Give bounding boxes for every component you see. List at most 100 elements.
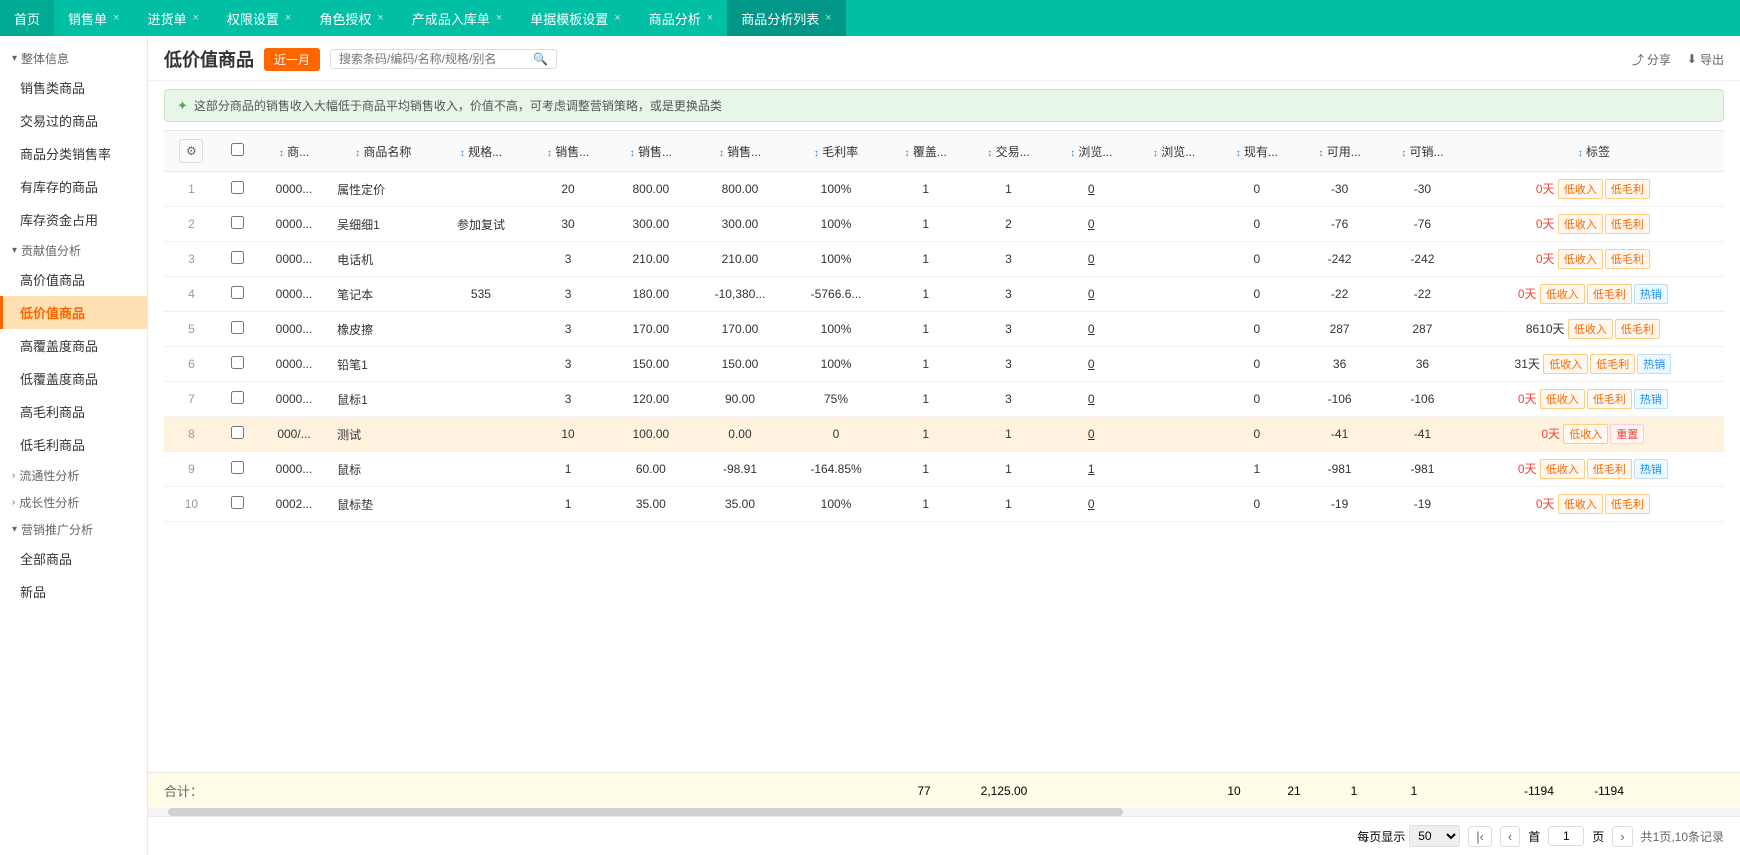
nav-home[interactable]: 首页 xyxy=(0,0,54,36)
row-browse1[interactable]: 0 xyxy=(1050,417,1133,452)
next-page-button[interactable]: › xyxy=(1612,826,1632,847)
row-browse1[interactable]: 0 xyxy=(1050,207,1133,242)
col-spec[interactable]: ↕ 规格... xyxy=(435,131,526,172)
search-icon[interactable]: 🔍 xyxy=(533,52,548,66)
sidebar-item-low-coverage[interactable]: 低覆盖度商品 xyxy=(0,362,147,395)
sidebar-group-contribution[interactable]: ▾ 贡献值分析 xyxy=(0,236,147,263)
nav-tab-role[interactable]: 角色授权 × xyxy=(305,0,397,36)
row-browse1[interactable]: 0 xyxy=(1050,347,1133,382)
sidebar-item-new-goods[interactable]: 新品 xyxy=(0,575,147,608)
col-sale2[interactable]: ↕ 销售... xyxy=(609,131,692,172)
row-checkbox[interactable] xyxy=(219,242,257,277)
search-input[interactable] xyxy=(339,52,529,66)
row-browse1[interactable]: 1 xyxy=(1050,452,1133,487)
sidebar-item-category-sales[interactable]: 商品分类销售率 xyxy=(0,137,147,170)
tag: 低收入 xyxy=(1558,214,1603,234)
sidebar-item-high-coverage[interactable]: 高覆盖度商品 xyxy=(0,329,147,362)
prev-page-button[interactable]: ‹ xyxy=(1500,826,1520,847)
nav-tab-permission[interactable]: 权限设置 × xyxy=(213,0,305,36)
row-select-checkbox[interactable] xyxy=(231,216,244,229)
close-icon[interactable]: × xyxy=(614,12,620,24)
row-browse1[interactable]: 0 xyxy=(1050,277,1133,312)
sidebar-group-growth[interactable]: › 成长性分析 xyxy=(0,488,147,515)
row-checkbox[interactable] xyxy=(219,452,257,487)
row-select-checkbox[interactable] xyxy=(231,496,244,509)
nav-tab-product[interactable]: 产成品入库单 × xyxy=(398,0,516,36)
row-browse1[interactable]: 0 xyxy=(1050,382,1133,417)
nav-tab-analysis-list[interactable]: 商品分析列表 × xyxy=(727,0,845,36)
close-icon[interactable]: × xyxy=(113,12,119,24)
close-icon[interactable]: × xyxy=(825,12,831,24)
row-checkbox[interactable] xyxy=(219,382,257,417)
sidebar-item-high-margin[interactable]: 高毛利商品 xyxy=(0,395,147,428)
col-coverage[interactable]: ↕ 覆盖... xyxy=(884,131,967,172)
row-select-checkbox[interactable] xyxy=(231,286,244,299)
col-checkbox[interactable] xyxy=(219,131,257,172)
sidebar-item-low-margin[interactable]: 低毛利商品 xyxy=(0,428,147,461)
row-select-checkbox[interactable] xyxy=(231,461,244,474)
col-stock2[interactable]: ↕ 可用... xyxy=(1298,131,1381,172)
row-select-checkbox[interactable] xyxy=(231,181,244,194)
sidebar-item-stock-goods[interactable]: 有库存的商品 xyxy=(0,170,147,203)
sidebar-item-low-value[interactable]: 低价值商品 xyxy=(0,296,147,329)
close-icon[interactable]: × xyxy=(496,12,502,24)
nav-tab-purchase[interactable]: 进货单 × xyxy=(133,0,212,36)
row-browse1[interactable]: 0 xyxy=(1050,312,1133,347)
row-sale3: 0.00 xyxy=(692,417,788,452)
row-checkbox[interactable] xyxy=(219,172,257,207)
sidebar-item-sales-goods[interactable]: 销售类商品 xyxy=(0,71,147,104)
gear-icon[interactable]: ⚙ xyxy=(179,139,203,163)
nav-tab-template[interactable]: 单据模板设置 × xyxy=(516,0,634,36)
col-trade[interactable]: ↕ 交易... xyxy=(967,131,1050,172)
col-settings[interactable]: ⚙ xyxy=(164,131,219,172)
row-select-checkbox[interactable] xyxy=(231,321,244,334)
row-checkbox[interactable] xyxy=(219,312,257,347)
sidebar-group-circulation[interactable]: › 流通性分析 xyxy=(0,461,147,488)
col-sale1[interactable]: ↕ 销售... xyxy=(527,131,610,172)
close-icon[interactable]: × xyxy=(377,12,383,24)
row-select-checkbox[interactable] xyxy=(231,356,244,369)
row-checkbox[interactable] xyxy=(219,277,257,312)
nav-tab-sales[interactable]: 销售单 × xyxy=(54,0,133,36)
row-select-checkbox[interactable] xyxy=(231,251,244,264)
sidebar-item-stock-capital[interactable]: 库存资金占用 xyxy=(0,203,147,236)
col-gross[interactable]: ↕ 毛利率 xyxy=(788,131,885,172)
per-page-select[interactable]: 50 20 100 xyxy=(1409,825,1460,847)
col-stock1[interactable]: ↕ 现有... xyxy=(1215,131,1298,172)
share-button[interactable]: ⤴ 分享 xyxy=(1632,51,1671,68)
col-saleable[interactable]: ↕ 可销... xyxy=(1381,131,1464,172)
row-checkbox[interactable] xyxy=(219,207,257,242)
sidebar-item-high-value[interactable]: 高价值商品 xyxy=(0,263,147,296)
row-checkbox[interactable] xyxy=(219,487,257,522)
col-browse2[interactable]: ↕ 浏览... xyxy=(1133,131,1216,172)
sidebar-group-general[interactable]: ▾ 整体信息 xyxy=(0,44,147,71)
col-sale3[interactable]: ↕ 销售... xyxy=(692,131,788,172)
row-select-checkbox[interactable] xyxy=(231,391,244,404)
filter-recent-month[interactable]: 近一月 xyxy=(264,48,320,71)
row-sale1: 20 xyxy=(527,172,610,207)
row-checkbox[interactable] xyxy=(219,347,257,382)
sidebar-item-traded-goods[interactable]: 交易过的商品 xyxy=(0,104,147,137)
close-icon[interactable]: × xyxy=(192,12,198,24)
per-page-select-area: 每页显示 50 20 100 xyxy=(1357,825,1460,847)
close-icon[interactable]: × xyxy=(707,12,713,24)
sidebar-group-marketing[interactable]: ▾ 营销推广分析 xyxy=(0,515,147,542)
first-page-button[interactable]: |‹ xyxy=(1468,826,1492,847)
row-checkbox[interactable] xyxy=(219,417,257,452)
col-code[interactable]: ↕ 商... xyxy=(257,131,331,172)
sidebar-item-all-goods[interactable]: 全部商品 xyxy=(0,542,147,575)
row-browse1[interactable]: 0 xyxy=(1050,242,1133,277)
export-button[interactable]: ⬇ 导出 xyxy=(1687,51,1724,68)
row-select-checkbox[interactable] xyxy=(231,426,244,439)
close-icon[interactable]: × xyxy=(285,12,291,24)
row-browse1[interactable]: 0 xyxy=(1050,172,1133,207)
row-browse1[interactable]: 0 xyxy=(1050,487,1133,522)
col-browse1[interactable]: ↕ 浏览... xyxy=(1050,131,1133,172)
page-input[interactable] xyxy=(1548,826,1584,846)
select-all-checkbox[interactable] xyxy=(231,143,244,156)
col-name[interactable]: ↕ 商品名称 xyxy=(331,131,435,172)
nav-tab-analysis[interactable]: 商品分析 × xyxy=(635,0,727,36)
row-day: 8610天 低收入低毛利 xyxy=(1464,312,1724,347)
col-tags[interactable]: ↕ 标签 xyxy=(1464,131,1724,172)
tag: 低收入 xyxy=(1540,459,1585,479)
